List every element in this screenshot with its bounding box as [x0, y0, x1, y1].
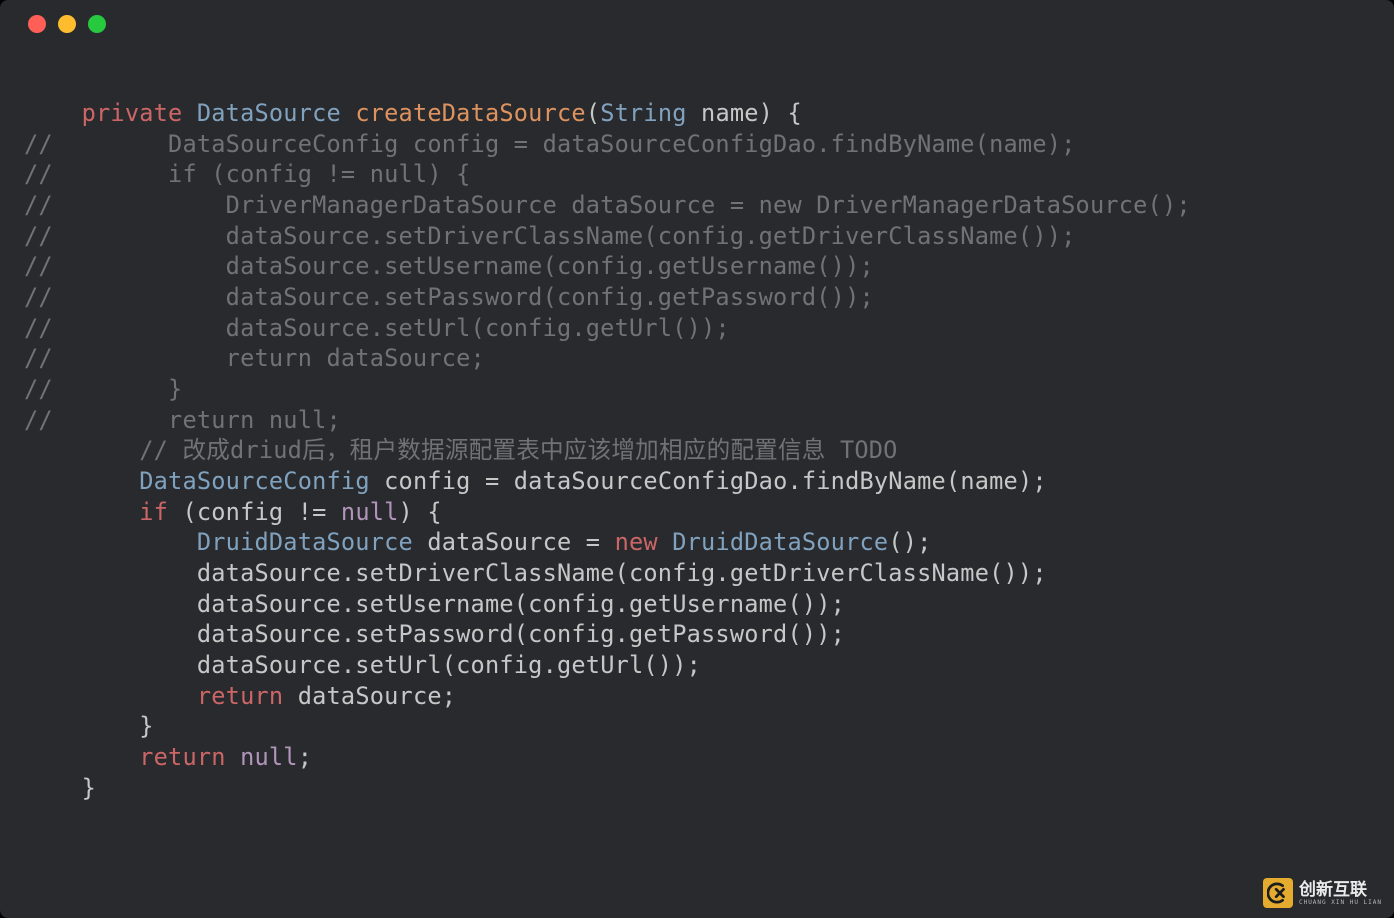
code-token: }	[139, 712, 153, 740]
code-line: return null;	[24, 742, 1370, 773]
code-token: (config !=	[168, 498, 341, 526]
code-token	[226, 743, 240, 771]
code-token: // DriverManagerDataSource dataSource = …	[24, 191, 1191, 219]
code-token: }	[82, 774, 96, 802]
watermark-main: 创新互联	[1299, 880, 1367, 899]
code-token: // return null;	[24, 406, 341, 434]
code-line: // 改成driud后，租户数据源配置表中应该增加相应的配置信息 TODO	[24, 435, 1370, 466]
code-line: }	[24, 711, 1370, 742]
code-line: DataSourceConfig config = dataSourceConf…	[24, 466, 1370, 497]
code-line: DruidDataSource dataSource = new DruidDa…	[24, 527, 1370, 558]
code-line: if (config != null) {	[24, 497, 1370, 528]
code-token: DataSource	[197, 99, 341, 127]
code-token: dataSource.setUsername(config.getUsernam…	[197, 590, 845, 618]
maximize-icon[interactable]	[88, 15, 106, 33]
code-token: // if (config != null) {	[24, 160, 471, 188]
code-line: return dataSource;	[24, 681, 1370, 712]
code-line: // dataSource.setPassword(config.getPass…	[24, 282, 1370, 313]
code-line: // return null;	[24, 405, 1370, 436]
code-line: // dataSource.setUrl(config.getUrl());	[24, 313, 1370, 344]
code-token: // dataSource.setUsername(config.getUser…	[24, 252, 874, 280]
code-line: // if (config != null) {	[24, 159, 1370, 190]
code-token: // DataSourceConfig config = dataSourceC…	[24, 130, 1076, 158]
code-editor[interactable]: private DataSource createDataSource(Stri…	[0, 48, 1394, 827]
code-line: dataSource.setUrl(config.getUrl());	[24, 650, 1370, 681]
code-token: DataSourceConfig	[139, 467, 369, 495]
watermark: 创新互联 CHUANG XIN HU LIAN	[1263, 878, 1382, 908]
code-token: new	[615, 528, 658, 556]
code-token: // return dataSource;	[24, 344, 485, 372]
code-line: dataSource.setUsername(config.getUsernam…	[24, 589, 1370, 620]
watermark-sub: CHUANG XIN HU LIAN	[1299, 899, 1382, 906]
code-token: // }	[24, 375, 182, 403]
code-token: DruidDataSource	[197, 528, 413, 556]
code-token: config = dataSourceConfigDao.findByName(…	[370, 467, 1047, 495]
code-token: (	[586, 99, 600, 127]
code-line: // return dataSource;	[24, 343, 1370, 374]
code-token: // dataSource.setPassword(config.getPass…	[24, 283, 874, 311]
code-token	[341, 99, 355, 127]
window-titlebar	[0, 0, 1394, 48]
minimize-icon[interactable]	[58, 15, 76, 33]
close-icon[interactable]	[28, 15, 46, 33]
code-token: dataSource;	[283, 682, 456, 710]
watermark-text: 创新互联 CHUANG XIN HU LIAN	[1299, 880, 1382, 906]
code-token: createDataSource	[355, 99, 585, 127]
code-token: dataSource =	[413, 528, 615, 556]
watermark-logo-icon	[1263, 878, 1293, 908]
code-line: // DataSourceConfig config = dataSourceC…	[24, 129, 1370, 160]
code-token: // dataSource.setUrl(config.getUrl());	[24, 314, 730, 342]
code-token: null	[240, 743, 298, 771]
code-token: name) {	[687, 99, 802, 127]
code-line: // DriverManagerDataSource dataSource = …	[24, 190, 1370, 221]
code-token: ) {	[399, 498, 442, 526]
code-line: // dataSource.setUsername(config.getUser…	[24, 251, 1370, 282]
code-line: // }	[24, 374, 1370, 405]
code-line: private DataSource createDataSource(Stri…	[24, 98, 1370, 129]
code-token: return	[139, 743, 225, 771]
code-token: dataSource.setPassword(config.getPasswor…	[197, 620, 845, 648]
code-token: // 改成driud后，租户数据源配置表中应该增加相应的配置信息 TODO	[139, 436, 897, 464]
code-line: }	[24, 773, 1370, 804]
code-token	[182, 99, 196, 127]
code-window: private DataSource createDataSource(Stri…	[0, 0, 1394, 918]
code-token: // dataSource.setDriverClassName(config.…	[24, 222, 1076, 250]
code-line: dataSource.setPassword(config.getPasswor…	[24, 619, 1370, 650]
code-token: ();	[888, 528, 931, 556]
code-line: dataSource.setDriverClassName(config.get…	[24, 558, 1370, 589]
code-line: // dataSource.setDriverClassName(config.…	[24, 221, 1370, 252]
code-token	[658, 528, 672, 556]
code-token: if	[139, 498, 168, 526]
code-token: DruidDataSource	[672, 528, 888, 556]
code-token: private	[82, 99, 183, 127]
code-token: dataSource.setUrl(config.getUrl());	[197, 651, 701, 679]
code-token: null	[341, 498, 399, 526]
code-token: dataSource.setDriverClassName(config.get…	[197, 559, 1047, 587]
code-token: String	[600, 99, 686, 127]
code-token: ;	[298, 743, 312, 771]
code-token: return	[197, 682, 283, 710]
